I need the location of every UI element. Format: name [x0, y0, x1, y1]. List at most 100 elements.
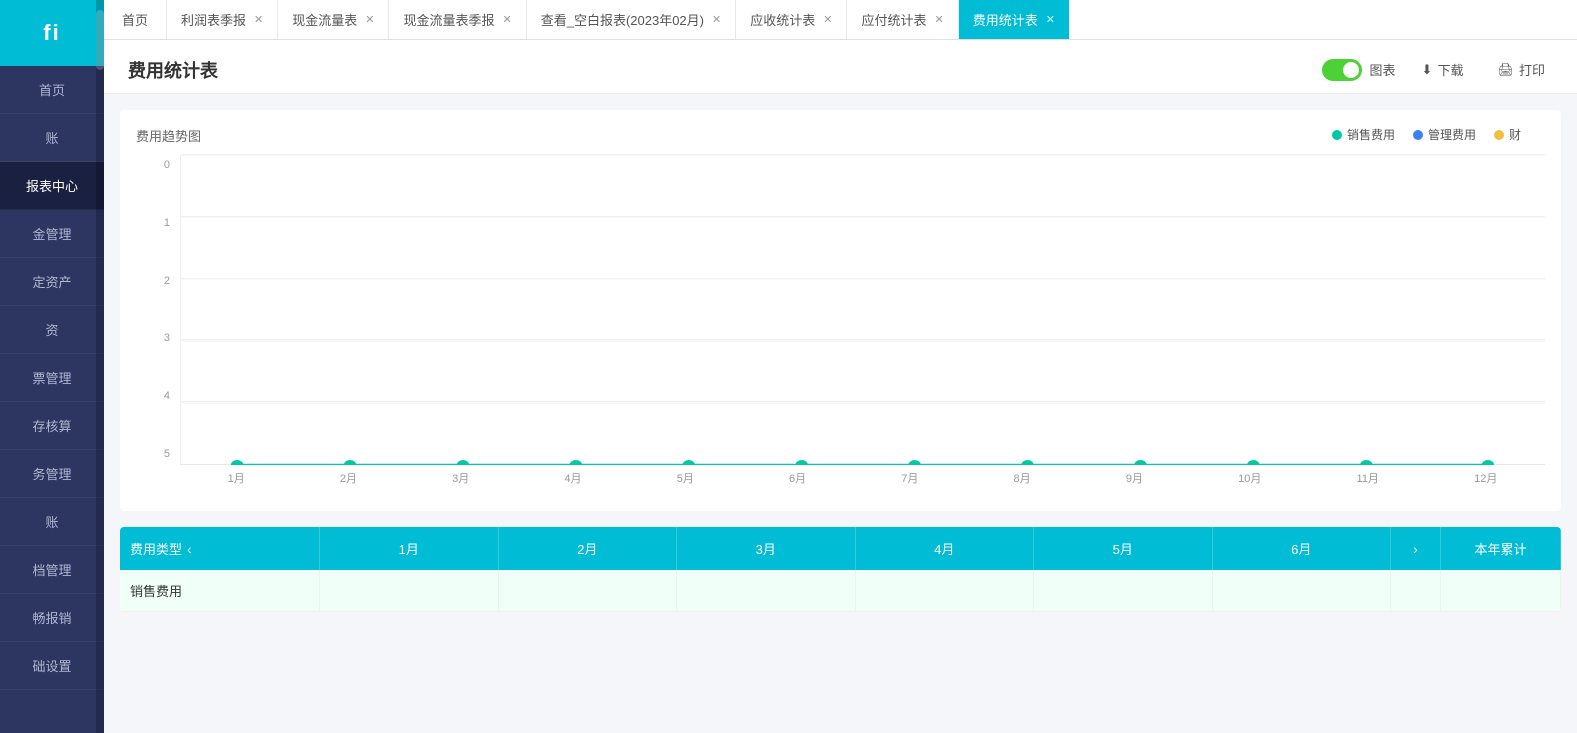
x-label-10: 10月: [1238, 470, 1261, 495]
sidebar-item-invoice[interactable]: 票管理: [0, 354, 104, 402]
x-label-2: 2月: [340, 470, 357, 495]
content-area: 费用统计表 图表 ⬇ 下载 🖨 打印 费用趋势图: [104, 40, 1577, 733]
chart-dot-9: [1134, 460, 1146, 465]
tab-home[interactable]: 首页: [104, 0, 167, 39]
tab-profit-quarterly[interactable]: 利润表季报 ✕: [167, 0, 278, 39]
td-m6: [1213, 570, 1392, 611]
th-month-3: 3月: [677, 527, 856, 570]
th-nav-next[interactable]: ›: [1391, 527, 1441, 570]
page-title: 费用统计表: [128, 57, 218, 83]
download-button[interactable]: ⬇ 下载: [1414, 56, 1472, 83]
sidebar-item-account[interactable]: 账: [0, 114, 104, 162]
x-label-3: 3月: [452, 470, 469, 495]
legend-dot-finance: [1494, 130, 1504, 140]
x-label-8: 8月: [1014, 470, 1031, 495]
th-month-5: 5月: [1034, 527, 1213, 570]
x-label-4: 4月: [564, 470, 581, 495]
th-type: 费用类型 ‹: [120, 527, 320, 570]
chart-area: 5 4 3 2 1 0: [136, 155, 1545, 495]
tab-close-cashflow-quarterly[interactable]: ✕: [503, 13, 512, 26]
tab-cashflow[interactable]: 现金流量表 ✕: [278, 0, 389, 39]
nav-prev-arrow[interactable]: ‹: [187, 541, 192, 557]
download-icon: ⬇: [1422, 62, 1433, 78]
sidebar: fi 首页 账 报表中心 金管理 定资产 资 票管理 存核算 务管理 账 档管理…: [0, 0, 104, 733]
tab-close-receivable[interactable]: ✕: [823, 13, 832, 26]
td-yearly: [1441, 570, 1561, 611]
x-label-11: 11月: [1357, 470, 1379, 495]
chart-dot-8: [1021, 460, 1033, 465]
sidebar-item-settings[interactable]: 础设置: [0, 642, 104, 690]
x-axis: 1月 2月 3月 4月 5月 6月 7月 8月 9月 10月 11月 12月: [180, 470, 1545, 495]
header-actions: 图表 ⬇ 下载 🖨 打印: [1322, 56, 1553, 83]
x-label-5: 5月: [677, 470, 694, 495]
chart-dot-10: [1247, 460, 1259, 465]
x-label-12: 12月: [1474, 470, 1497, 495]
legend-dot-admin: [1413, 130, 1423, 140]
sidebar-item-cash[interactable]: 金管理: [0, 210, 104, 258]
sidebar-item-archive[interactable]: 档管理: [0, 546, 104, 594]
chart-legend: 销售费用 管理费用 财: [1332, 126, 1521, 143]
th-month-2: 2月: [499, 527, 678, 570]
tab-cashflow-quarterly[interactable]: 现金流量表季报 ✕: [389, 0, 526, 39]
scroll-thumb[interactable]: [96, 10, 104, 70]
toggle-label: 图表: [1370, 60, 1396, 79]
sidebar-item-ledger[interactable]: 账: [0, 498, 104, 546]
print-button[interactable]: 🖨 打印: [1489, 56, 1553, 83]
tab-payable[interactable]: 应付统计表 ✕: [847, 0, 958, 39]
td-type-sales: 销售费用: [120, 570, 320, 611]
table-header: 费用类型 ‹ 1月 2月 3月 4月 5月 6月 › 本年累计: [120, 527, 1561, 570]
sidebar-item-capital[interactable]: 资: [0, 306, 104, 354]
sidebar-item-service[interactable]: 务管理: [0, 450, 104, 498]
chart-dot-2: [344, 460, 356, 465]
tab-receivable[interactable]: 应收统计表 ✕: [736, 0, 847, 39]
tab-blank-report[interactable]: 查看_空白报表(2023年02月) ✕: [527, 0, 737, 39]
tab-close-cashflow[interactable]: ✕: [365, 13, 374, 26]
table-row: 销售费用: [120, 570, 1561, 612]
chart-toggle-group: 图表: [1322, 59, 1396, 81]
scrollbar[interactable]: [96, 0, 104, 733]
main-content: 首页 利润表季报 ✕ 现金流量表 ✕ 现金流量表季报 ✕ 查看_空白报表(202…: [104, 0, 1577, 733]
td-nav-spacer: [1391, 570, 1441, 611]
th-month-4: 4月: [856, 527, 1035, 570]
y-label-1: 1: [136, 218, 176, 229]
chart-svg: [180, 155, 1545, 465]
chart-dot-4: [570, 460, 582, 465]
tab-bar: 首页 利润表季报 ✕ 现金流量表 ✕ 现金流量表季报 ✕ 查看_空白报表(202…: [104, 0, 1577, 40]
chart-toggle[interactable]: [1322, 59, 1362, 81]
tab-expense[interactable]: 费用统计表 ✕: [959, 0, 1070, 39]
x-label-6: 6月: [789, 470, 806, 495]
sidebar-item-inventory[interactable]: 存核算: [0, 402, 104, 450]
legend-item-finance: 财: [1494, 126, 1521, 143]
legend-label-sales: 销售费用: [1347, 126, 1395, 143]
legend-dot-sales: [1332, 130, 1342, 140]
td-m3: [677, 570, 856, 611]
y-label-5: 5: [136, 449, 176, 460]
chart-dot-1: [231, 460, 243, 465]
print-icon: 🖨: [1497, 62, 1514, 78]
tab-close-profit-quarterly[interactable]: ✕: [254, 13, 263, 26]
y-label-0: 0: [136, 160, 176, 171]
chart-dot-7: [908, 460, 920, 465]
chart-container: 费用趋势图 销售费用 管理费用 财 5 4: [120, 110, 1561, 511]
legend-label-finance: 财: [1509, 126, 1521, 143]
y-label-3: 3: [136, 333, 176, 344]
sidebar-logo: fi: [0, 0, 104, 66]
tab-close-expense[interactable]: ✕: [1046, 13, 1055, 26]
chart-dot-3: [457, 460, 469, 465]
tab-close-payable[interactable]: ✕: [934, 13, 943, 26]
td-m4: [856, 570, 1035, 611]
x-label-7: 7月: [901, 470, 918, 495]
chart-dot-11: [1360, 460, 1372, 465]
tab-close-blank-report[interactable]: ✕: [712, 13, 721, 26]
sidebar-item-reports[interactable]: 报表中心: [0, 162, 104, 210]
chart-dot-6: [795, 460, 807, 465]
sidebar-item-expense[interactable]: 畅报销: [0, 594, 104, 642]
y-axis: 5 4 3 2 1 0: [136, 155, 176, 465]
sidebar-item-assets[interactable]: 定资产: [0, 258, 104, 306]
nav-next-arrow[interactable]: ›: [1413, 541, 1418, 557]
td-m1: [320, 570, 499, 611]
th-yearly: 本年累计: [1441, 527, 1561, 570]
x-label-9: 9月: [1126, 470, 1143, 495]
legend-label-admin: 管理费用: [1428, 126, 1476, 143]
sidebar-item-home[interactable]: 首页: [0, 66, 104, 114]
